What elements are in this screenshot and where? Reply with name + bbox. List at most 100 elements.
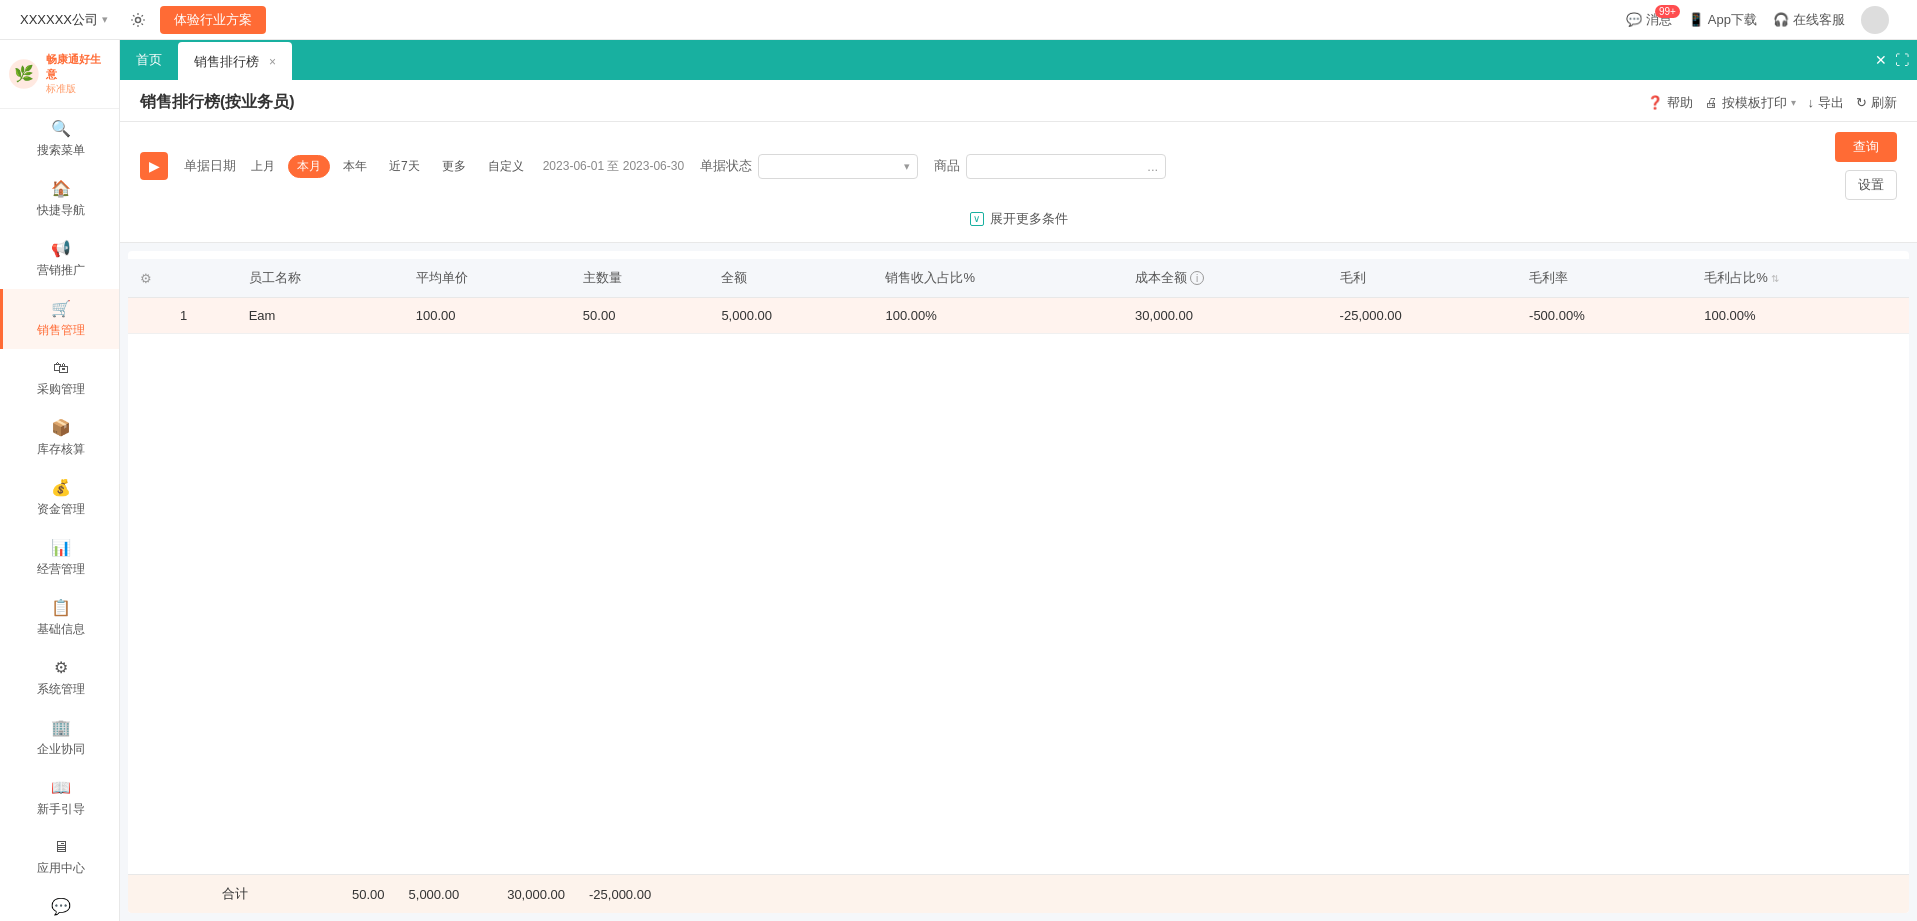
system-icon: ⚙	[54, 658, 68, 677]
sidebar-item-label: 经营管理	[37, 561, 85, 578]
sidebar-item-label: 应用中心	[37, 860, 85, 877]
expand-icon: ∨	[970, 212, 984, 226]
operations-icon: 📊	[51, 538, 71, 557]
sidebar-item-operations[interactable]: 📊 经营管理	[0, 528, 119, 588]
tab-bar-right: ✕ ⛶	[1875, 52, 1917, 68]
print-button[interactable]: 🖨 按模板打印 ▾	[1705, 94, 1796, 112]
help-button[interactable]: ❓ 帮助	[1647, 94, 1693, 112]
content-area: 首页 销售排行榜 × ✕ ⛶ 销售排行榜(按业务员) ❓ 帮助	[120, 40, 1917, 921]
chevron-down-icon: ▾	[1791, 97, 1796, 108]
more-date-btn[interactable]: 更多	[433, 155, 475, 178]
table-footer: 合计 50.00 5,000.00 30,000.00 -25,000.00	[128, 874, 1909, 913]
sidebar-item-enterprise[interactable]: 🏢 企业协同	[0, 708, 119, 768]
footer-cost: 30,000.00	[495, 887, 577, 902]
sidebar-item-marketing[interactable]: 📢 营销推广	[0, 229, 119, 289]
cost-info-icon[interactable]: i	[1190, 271, 1204, 285]
sidebar-item-guide[interactable]: 📖 新手引导	[0, 768, 119, 828]
sidebar-item-label: 库存核算	[37, 441, 85, 458]
online-service-btn[interactable]: 🎧 在线客服	[1773, 11, 1845, 29]
query-button[interactable]: 查询	[1835, 132, 1897, 162]
custom-date-btn[interactable]: 自定义	[479, 155, 533, 178]
th-gross: 毛利	[1328, 259, 1517, 298]
page-header-actions: ❓ 帮助 🖨 按模板打印 ▾ ↓ 导出 ↻ 刷新	[1647, 94, 1898, 112]
app-download-btn[interactable]: 📱 App下载	[1688, 11, 1757, 29]
sidebar-item-sales[interactable]: 🛒 销售管理	[0, 289, 119, 349]
th-amount: 全额	[709, 259, 873, 298]
filter-area: ▶ 单据日期 上月 本月 本年 近7天 更多 自定义 2023-	[120, 122, 1917, 243]
gross-pct-sort-icon[interactable]: ⇅	[1771, 273, 1779, 284]
message-icon: 💬	[1626, 12, 1642, 27]
sidebar-item-wechat[interactable]: 💬 企业微信	[0, 887, 119, 921]
avatar[interactable]	[1861, 6, 1889, 34]
status-filter-item: 单据状态	[700, 154, 918, 179]
filter-expand-arrow[interactable]: ▶	[140, 152, 168, 180]
sidebar-item-system[interactable]: ⚙ 系统管理	[0, 648, 119, 708]
th-avg-price: 平均单价	[404, 259, 571, 298]
last7-btn[interactable]: 近7天	[380, 155, 429, 178]
status-select[interactable]	[758, 154, 918, 179]
export-button[interactable]: ↓ 导出	[1808, 94, 1845, 112]
sidebar-logo-text: 畅康通好生意 标准版	[46, 52, 111, 96]
filter-expand-row: ∨ 展开更多条件	[140, 200, 1897, 232]
company-name: XXXXXX公司	[20, 11, 98, 29]
tab-bar: 首页 销售排行榜 × ✕ ⛶	[120, 40, 1917, 80]
sidebar-item-search[interactable]: 🔍 搜索菜单	[0, 109, 119, 169]
tab-close-icon[interactable]: ×	[269, 55, 276, 69]
footer-gross: -25,000.00	[577, 887, 663, 902]
tab-home[interactable]: 首页	[120, 40, 178, 80]
table-area[interactable]: ⚙ 员工名称 平均单价 主数量 全额 销售收入占比% 成本全	[128, 259, 1909, 874]
company-selector[interactable]: XXXXXX公司 ▾	[12, 7, 116, 33]
tab-active-label: 销售排行榜	[194, 53, 259, 71]
expand-more-button[interactable]: ∨ 展开更多条件	[970, 210, 1068, 228]
td-sales-pct: 100.00%	[873, 298, 1123, 334]
td-settings	[128, 298, 168, 334]
date-filters: 上月 本月 本年 近7天 更多 自定义	[242, 155, 533, 178]
message-badge: 99+	[1655, 5, 1680, 18]
tab-sales-ranking[interactable]: 销售排行榜 ×	[178, 42, 292, 82]
inventory-icon: 📦	[51, 418, 71, 437]
this-month-btn[interactable]: 本月	[288, 155, 330, 178]
td-avg-price: 100.00	[404, 298, 571, 334]
print-icon: 🖨	[1705, 95, 1718, 110]
tab-maximize-icon[interactable]: ⛶	[1895, 52, 1909, 68]
td-cost: 30,000.00	[1123, 298, 1327, 334]
sidebar-item-purchase[interactable]: 🛍 采购管理	[0, 349, 119, 408]
td-gross-pct: 100.00%	[1692, 298, 1909, 334]
td-gross: -25,000.00	[1328, 298, 1517, 334]
refresh-button[interactable]: ↻ 刷新	[1856, 94, 1897, 112]
last-month-btn[interactable]: 上月	[242, 155, 284, 178]
sidebar-item-label: 新手引导	[37, 801, 85, 818]
th-gross-rate: 毛利率	[1517, 259, 1692, 298]
top-bar: XXXXXX公司 ▾ 体验行业方案 💬 消息 99+ 📱 App下载 🎧 在线客…	[0, 0, 1917, 40]
sidebar-item-appstore[interactable]: 🖥 应用中心	[0, 828, 119, 887]
page-title: 销售排行榜(按业务员)	[140, 92, 295, 113]
purchase-icon: 🛍	[53, 359, 69, 377]
page-header: 销售排行榜(按业务员) ❓ 帮助 🖨 按模板打印 ▾ ↓ 导出	[120, 80, 1917, 122]
date-filter-item: 单据日期 上月 本月 本年 近7天 更多 自定义 2023-06-01 至 20…	[184, 155, 684, 178]
goods-input-more-icon[interactable]: ...	[1147, 159, 1158, 174]
sidebar-item-basic[interactable]: 📋 基础信息	[0, 588, 119, 648]
sidebar-item-shortcut[interactable]: 🏠 快捷导航	[0, 169, 119, 229]
search-icon: 🔍	[51, 119, 71, 138]
sidebar-item-inventory[interactable]: 📦 库存核算	[0, 408, 119, 468]
this-year-btn[interactable]: 本年	[334, 155, 376, 178]
tab-close-all-icon[interactable]: ✕	[1875, 52, 1887, 68]
online-service-label: 在线客服	[1793, 11, 1845, 29]
td-gross-rate: -500.00%	[1517, 298, 1692, 334]
goods-input[interactable]	[966, 154, 1166, 179]
th-settings: ⚙	[128, 259, 168, 298]
sidebar-item-label: 销售管理	[37, 322, 85, 339]
table-row: 1 Eam 100.00 50.00 5,000.00 100.00% 30,0…	[128, 298, 1909, 334]
settings-button[interactable]: 设置	[1845, 170, 1897, 200]
topbar-settings-icon[interactable]	[124, 6, 152, 34]
trial-button[interactable]: 体验行业方案	[160, 6, 266, 34]
topbar-right: 💬 消息 99+ 📱 App下载 🎧 在线客服	[1626, 6, 1905, 34]
message-btn[interactable]: 💬 消息 99+	[1626, 11, 1672, 29]
marketing-icon: 📢	[51, 239, 71, 258]
status-select-wrapper	[758, 154, 918, 179]
sidebar-item-finance[interactable]: 💰 资金管理	[0, 468, 119, 528]
date-range: 2023-06-01 至 2023-06-30	[543, 158, 684, 175]
goods-filter-label: 商品	[934, 157, 960, 175]
column-settings-icon[interactable]: ⚙	[140, 271, 152, 286]
main-layout: 🌿 畅康通好生意 标准版 🔍 搜索菜单 🏠 快捷导航 📢 营销推广 🛒 销售管理…	[0, 40, 1917, 921]
